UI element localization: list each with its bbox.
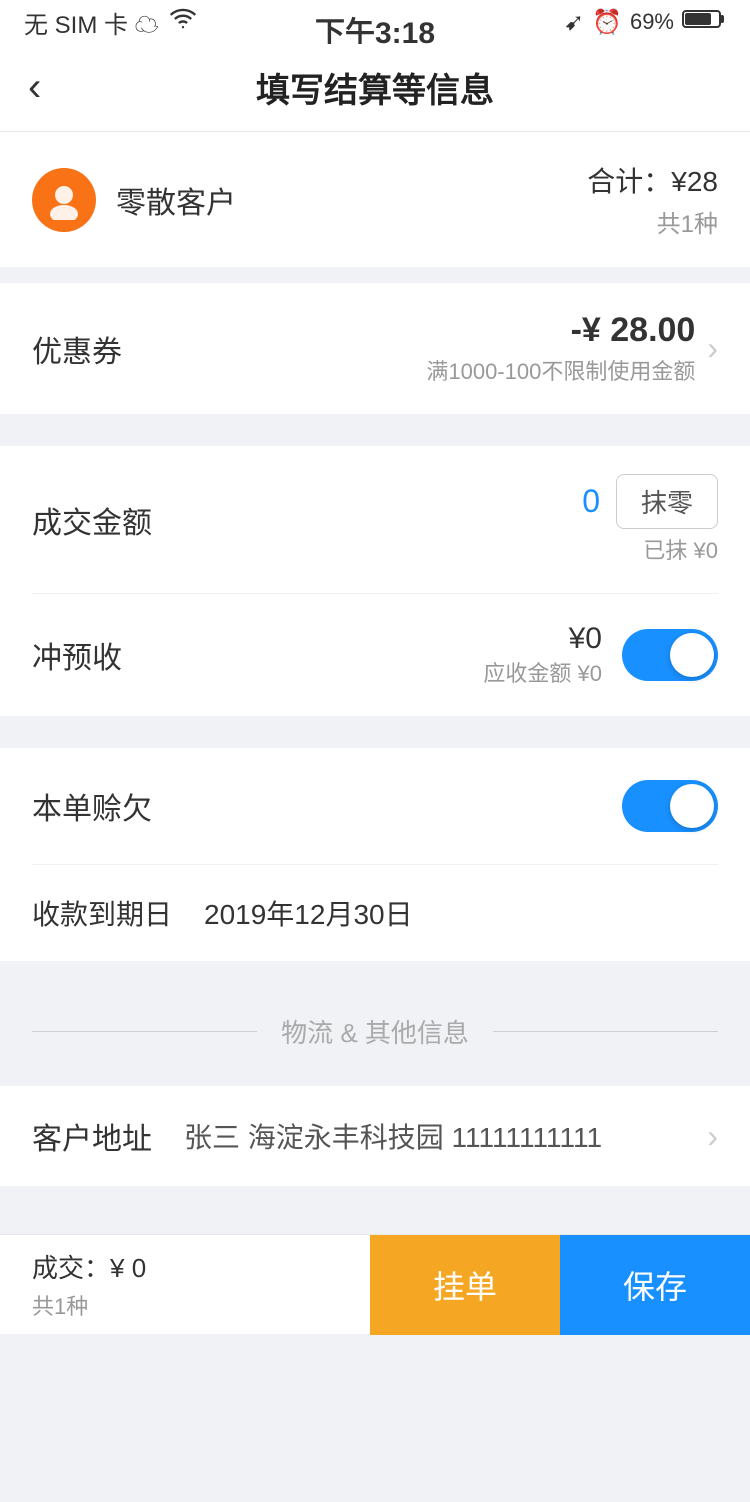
deal-amount-right: 0 抹零 已抹 ¥0 xyxy=(582,474,718,565)
back-button[interactable]: ‹ xyxy=(28,65,41,110)
page-title: 填写结算等信息 xyxy=(256,63,494,112)
coupon-label: 优惠券 xyxy=(32,327,122,371)
battery-icon xyxy=(682,8,726,37)
round-zero-button[interactable]: 抹零 xyxy=(616,474,718,529)
customer-row: 零散客户 合计：¥28 共1种 xyxy=(0,132,750,267)
status-left: 无 SIM 卡 ☁ xyxy=(24,5,197,40)
deal-amount-row: 成交金额 0 抹零 已抹 ¥0 xyxy=(0,446,750,593)
coupon-desc: 满1000-100不限制使用金额 xyxy=(426,354,695,386)
coupon-amount: -¥ 28.00 xyxy=(426,311,695,350)
prepay-row: 冲预收 ¥0 应收金额 ¥0 xyxy=(0,594,750,716)
customer-right: 合计：¥28 共1种 xyxy=(587,160,718,239)
total-amount: 合计：¥28 xyxy=(587,160,718,200)
prepay-right: ¥0 应收金额 ¥0 xyxy=(483,622,718,688)
address-label: 客户地址 xyxy=(32,1114,152,1158)
location-icon: ➹ xyxy=(564,8,584,37)
separator-1 xyxy=(0,267,750,283)
prepay-label: 冲预收 xyxy=(32,633,122,677)
prepay-sub: 应收金额 ¥0 xyxy=(483,656,602,688)
separator-5 xyxy=(0,1070,750,1086)
alarm-icon: ⏰ xyxy=(592,8,622,37)
bottom-deal-value: ¥ 0 xyxy=(110,1253,146,1283)
credit-section: 本单赊欠 收款到期日 2019年12月30日 xyxy=(0,748,750,961)
deal-amount-value: 0 xyxy=(582,483,600,520)
avatar xyxy=(32,168,96,232)
address-value: 张三 海淀永丰科技园 11111111111 xyxy=(184,1116,703,1156)
deal-amount-inline: 0 抹零 xyxy=(582,474,718,529)
deal-amount-label: 成交金额 xyxy=(32,498,152,542)
separator-3 xyxy=(0,732,750,748)
credit-toggle[interactable] xyxy=(622,780,718,832)
bottom-count: 共1种 xyxy=(32,1289,338,1321)
prepay-amount-block: ¥0 应收金额 ¥0 xyxy=(483,622,602,688)
address-section: 客户地址 张三 海淀永丰科技园 11111111111 › xyxy=(0,1086,750,1186)
logistics-divider: 物流 & 其他信息 xyxy=(0,993,750,1070)
due-date-label: 收款到期日 xyxy=(32,893,172,933)
save-button[interactable]: 保存 xyxy=(560,1235,750,1335)
coupon-section[interactable]: 优惠券 -¥ 28.00 满1000-100不限制使用金额 › xyxy=(0,283,750,414)
customer-name: 零散客户 xyxy=(116,178,236,222)
separator-4 xyxy=(0,977,750,993)
nav-bar: ‹ 填写结算等信息 xyxy=(0,44,750,132)
sim-status: 无 SIM 卡 ☁ xyxy=(24,5,159,40)
battery-level: 69% xyxy=(630,9,674,35)
bottom-deal-amount: 成交：¥ 0 xyxy=(32,1248,338,1285)
credit-toggle-knob xyxy=(670,784,714,828)
prepay-amount: ¥0 xyxy=(483,622,602,656)
logistics-label: 物流 & 其他信息 xyxy=(281,1013,469,1050)
credit-label: 本单赊欠 xyxy=(32,784,152,828)
address-chevron-icon: › xyxy=(707,1118,718,1155)
total-count: 共1种 xyxy=(587,204,718,239)
toggle-knob xyxy=(670,633,714,677)
status-bar: 无 SIM 卡 ☁ 下午3:18 ➹ ⏰ 69% xyxy=(0,0,750,44)
due-date-row[interactable]: 收款到期日 2019年12月30日 xyxy=(0,865,750,961)
hold-button[interactable]: 挂单 xyxy=(370,1235,560,1335)
wifi-icon xyxy=(169,5,197,40)
divider-line-right xyxy=(493,1031,718,1032)
divider-line-left xyxy=(32,1031,257,1032)
chevron-right-icon: › xyxy=(707,330,718,367)
customer-section: 零散客户 合计：¥28 共1种 xyxy=(0,132,750,267)
prepay-toggle[interactable] xyxy=(622,629,718,681)
customer-left: 零散客户 xyxy=(32,168,236,232)
deal-amount-section: 成交金额 0 抹零 已抹 ¥0 冲预收 ¥0 应收金额 ¥0 xyxy=(0,446,750,716)
status-right: ➹ ⏰ 69% xyxy=(564,8,726,37)
credit-row: 本单赊欠 xyxy=(0,748,750,864)
deal-amount-sub: 已抹 ¥0 xyxy=(643,533,718,565)
due-date-value: 2019年12月30日 xyxy=(204,893,413,933)
coupon-right: -¥ 28.00 满1000-100不限制使用金额 › xyxy=(426,311,718,386)
bottom-deal-label: 成交： xyxy=(32,1253,110,1283)
coupon-row[interactable]: 优惠券 -¥ 28.00 满1000-100不限制使用金额 › xyxy=(0,283,750,414)
address-row[interactable]: 客户地址 张三 海淀永丰科技园 11111111111 › xyxy=(0,1086,750,1186)
bottom-info: 成交：¥ 0 共1种 xyxy=(0,1235,370,1334)
coupon-text-block: -¥ 28.00 满1000-100不限制使用金额 xyxy=(426,311,695,386)
bottom-bar: 成交：¥ 0 共1种 挂单 保存 xyxy=(0,1234,750,1334)
separator-2 xyxy=(0,430,750,446)
